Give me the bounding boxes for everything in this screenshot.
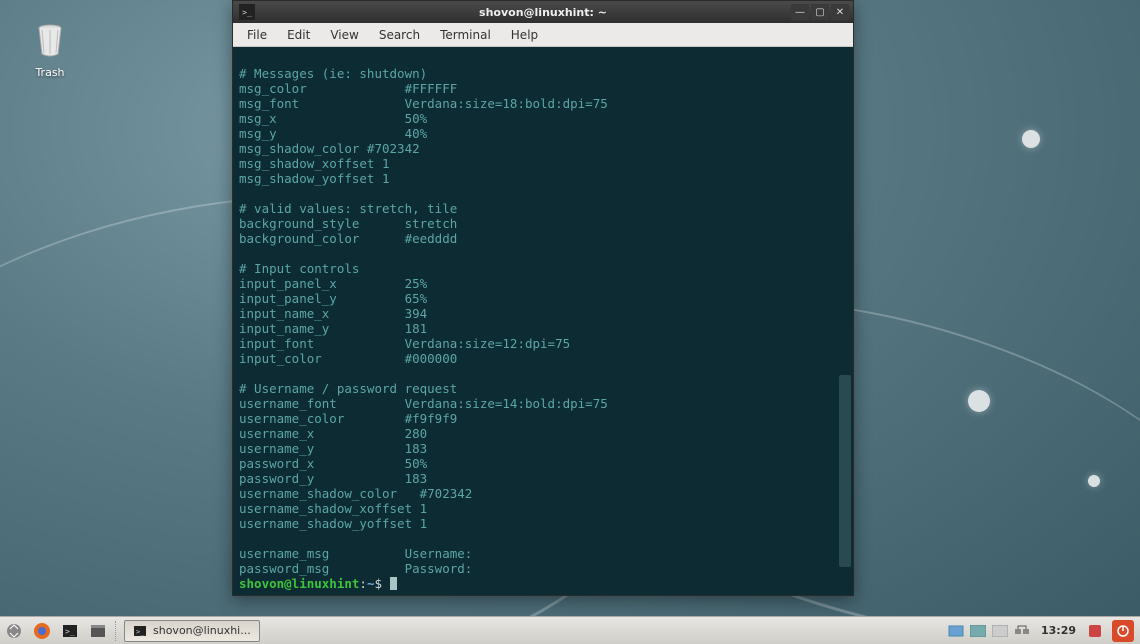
terminal-scrollbar[interactable] — [838, 47, 852, 594]
menubar: File Edit View Search Terminal Help — [233, 23, 853, 47]
workspace-switcher-2[interactable] — [991, 622, 1009, 640]
trash-desktop-icon[interactable]: Trash — [30, 20, 70, 79]
menu-terminal[interactable]: Terminal — [432, 26, 499, 44]
menu-view[interactable]: View — [322, 26, 366, 44]
terminal-launcher[interactable]: >_ — [58, 619, 82, 643]
filemanager-launcher[interactable] — [86, 619, 110, 643]
taskbar-clock[interactable]: 13:29 — [1035, 624, 1082, 637]
svg-text:>_: >_ — [65, 627, 75, 636]
power-icon — [1116, 624, 1130, 638]
workspace-switcher-1[interactable] — [969, 622, 987, 640]
window-title: shovon@linuxhint: ~ — [233, 6, 853, 19]
show-desktop-icon[interactable] — [947, 622, 965, 640]
trash-icon — [30, 20, 70, 60]
trash-label: Trash — [30, 66, 70, 79]
titlebar[interactable]: shovon@linuxhint: ~ — ▢ ✕ — [233, 1, 853, 23]
terminal-output[interactable]: # Messages (ie: shutdown) msg_color #FFF… — [233, 47, 853, 595]
taskbar-window-button[interactable]: >_ shovon@linuxhi... — [124, 620, 260, 642]
menu-edit[interactable]: Edit — [279, 26, 318, 44]
system-tray: 13:29 — [941, 620, 1140, 642]
terminal-window: shovon@linuxhint: ~ — ▢ ✕ File Edit View… — [232, 0, 854, 596]
menu-search[interactable]: Search — [371, 26, 428, 44]
taskbar-separator — [115, 621, 119, 641]
taskbar: >_ >_ shovon@linuxhi... 13:29 — [0, 616, 1140, 644]
firefox-launcher[interactable] — [30, 619, 54, 643]
power-button[interactable] — [1112, 620, 1134, 642]
app-menu-button[interactable] — [2, 619, 26, 643]
network-icon[interactable] — [1013, 622, 1031, 640]
svg-text:>_: >_ — [136, 628, 145, 636]
minimize-button[interactable]: — — [791, 4, 809, 20]
menu-file[interactable]: File — [239, 26, 275, 44]
terminal-icon: >_ — [133, 624, 147, 638]
tray-app-icon[interactable] — [1086, 622, 1104, 640]
menu-help[interactable]: Help — [503, 26, 546, 44]
scrollbar-thumb[interactable] — [839, 375, 851, 566]
maximize-button[interactable]: ▢ — [811, 4, 829, 20]
taskbar-window-label: shovon@linuxhi... — [153, 624, 251, 637]
close-button[interactable]: ✕ — [831, 4, 849, 20]
